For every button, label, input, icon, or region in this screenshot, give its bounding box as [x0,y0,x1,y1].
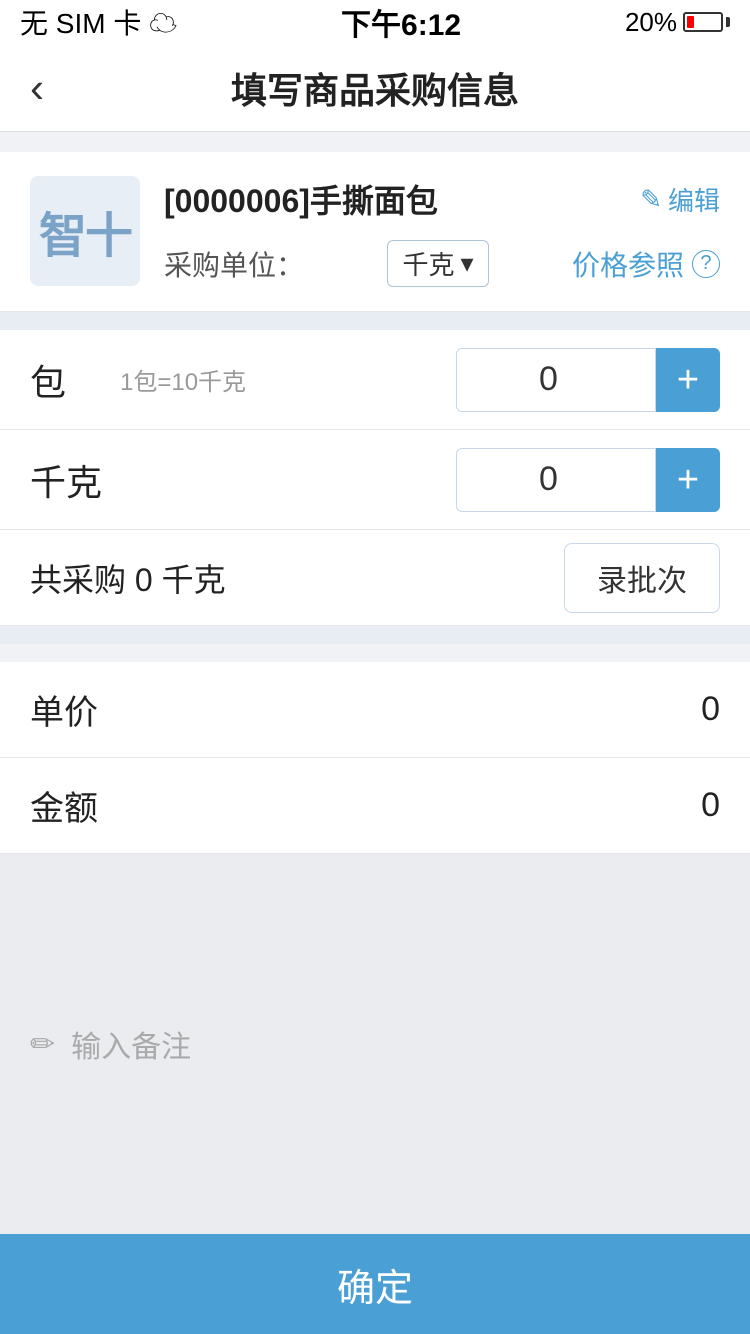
product-title-row: [0000006]手撕面包 ✎ 编辑 [164,176,720,222]
edit-button[interactable]: ✎ 编辑 [640,181,720,218]
unit-label: 采购单位： [164,244,304,284]
battery-icon [683,12,730,32]
notes-icon: ✏ [30,1027,55,1062]
divider-1 [0,312,750,330]
bao-label: 包 [30,354,110,406]
kg-input[interactable] [456,448,656,512]
sim-status: 无 SIM 卡 ☁ [20,2,177,42]
summary-text: 共采购 0 千克 [30,555,226,601]
nav-bar: ‹ 填写商品采购信息 [0,44,750,132]
record-batch-button[interactable]: 录批次 [564,543,720,613]
kg-row: 千克 + [0,430,750,530]
input-section: 包 1包=10千克 + 千克 + 共采购 0 千克 录批次 [0,330,750,626]
unit-price-row: 单价 0 [0,662,750,758]
kg-plus-button[interactable]: + [656,448,720,512]
amount-value: 0 [701,786,720,825]
bao-controls: + [456,348,720,412]
product-image: 智十 [30,176,140,286]
bao-plus-button[interactable]: + [656,348,720,412]
battery-percent: 20% [625,7,677,38]
unit-price-label: 单价 [30,685,98,734]
amount-label: 金额 [30,781,98,830]
confirm-button[interactable]: 确定 [0,1234,750,1334]
status-left: 无 SIM 卡 ☁ [20,2,177,42]
back-button[interactable]: ‹ [30,67,44,109]
edit-label: 编辑 [668,181,720,218]
status-right: 20% [625,7,730,38]
status-bar: 无 SIM 卡 ☁ 下午6:12 20% [0,0,750,44]
unit-selector[interactable]: 千克 ▾ [387,240,488,287]
product-unit-row: 采购单位： 千克 ▾ 价格参照 ? [164,240,720,287]
unit-price-value: 0 [701,690,720,729]
status-time: 下午6:12 [341,0,461,44]
edit-icon: ✎ [640,184,662,215]
price-ref-button[interactable]: 价格参照 ? [572,244,720,284]
product-card: 智十 [0000006]手撕面包 ✎ 编辑 采购单位： 千克 ▾ 价格参照 ? [0,152,750,312]
price-section: 单价 0 金额 0 [0,662,750,854]
product-name: [0000006]手撕面包 [164,176,438,222]
page-title: 填写商品采购信息 [231,62,519,114]
dropdown-icon: ▾ [460,248,473,279]
notes-section[interactable]: ✏ 输入备注 [0,854,750,1234]
bao-input[interactable] [456,348,656,412]
bao-row: 包 1包=10千克 + [0,330,750,430]
kg-label: 千克 [30,454,110,506]
confirm-label: 确定 [337,1257,413,1312]
bao-sublabel: 1包=10千克 [120,362,456,397]
amount-row: 金额 0 [0,758,750,854]
notes-placeholder: 输入备注 [71,1022,191,1066]
kg-controls: + [456,448,720,512]
unit-value: 千克 [402,245,454,282]
product-logo: 智十 [39,196,131,266]
summary-row: 共采购 0 千克 录批次 [0,530,750,626]
product-details: [0000006]手撕面包 ✎ 编辑 采购单位： 千克 ▾ 价格参照 ? [164,176,720,287]
info-icon: ? [692,250,720,278]
divider-2 [0,626,750,644]
price-ref-label: 价格参照 [572,244,684,284]
